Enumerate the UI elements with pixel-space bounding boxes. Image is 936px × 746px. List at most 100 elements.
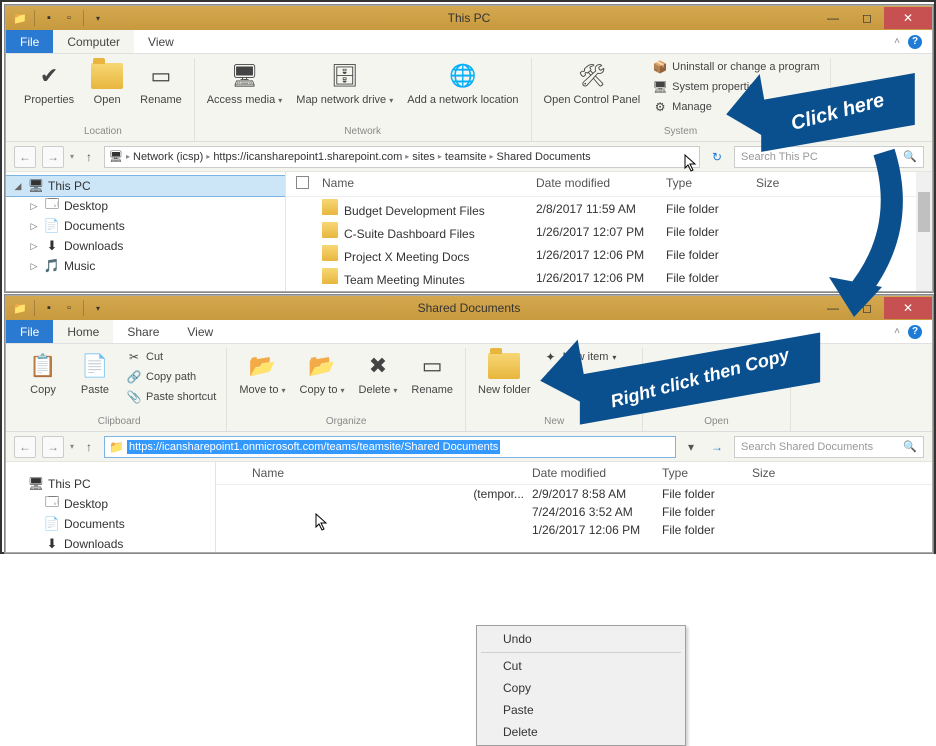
new-folder-button[interactable]: New folder <box>474 348 535 398</box>
list-item[interactable]: Project X Meeting Docs 1/26/2017 12:06 P… <box>286 243 932 266</box>
minimize-button[interactable]: — <box>816 7 850 29</box>
breadcrumb-part[interactable]: Shared Documents <box>497 151 591 163</box>
copy-button[interactable]: 📋 Copy <box>20 348 66 398</box>
file-list[interactable]: Name Date modified Type Size Budget Deve… <box>286 172 932 291</box>
tree-documents[interactable]: 📄 Documents <box>6 514 215 534</box>
collapse-ribbon-icon[interactable]: ˄ <box>894 36 900 47</box>
properties-qat-icon[interactable]: ▪ <box>41 10 57 26</box>
rename-button[interactable]: ▭ Rename <box>407 348 457 398</box>
col-size[interactable]: Size <box>752 466 822 480</box>
address-dropdown-icon[interactable]: ▾ <box>682 440 700 454</box>
copy-to-button[interactable]: 📂 Copy to ▾ <box>296 348 349 398</box>
ctx-paste[interactable]: Paste <box>479 699 683 721</box>
file-tab[interactable]: File <box>6 30 53 53</box>
file-list[interactable]: Name Date modified Type Size (tempor... … <box>216 462 932 552</box>
ctx-undo[interactable]: Undo <box>479 628 683 650</box>
breadcrumb-part[interactable]: sites <box>412 151 435 163</box>
go-button[interactable]: → <box>706 440 728 454</box>
forward-button[interactable]: → <box>42 146 64 168</box>
computer-tab[interactable]: Computer <box>53 30 134 53</box>
expand-icon[interactable]: ▷ <box>28 261 40 272</box>
new-folder-qat-icon[interactable]: ▫ <box>61 300 77 316</box>
properties-button[interactable]: ✔ Properties <box>20 58 78 108</box>
col-size[interactable]: Size <box>756 176 826 192</box>
forward-button[interactable]: → <box>42 436 64 458</box>
help-icon[interactable]: ? <box>908 35 922 49</box>
tree-downloads[interactable]: ⬇ Downloads <box>6 534 215 552</box>
tree-this-pc[interactable]: 🖥 This PC <box>6 474 215 494</box>
expand-icon[interactable]: ▷ <box>28 201 40 212</box>
col-date[interactable]: Date modified <box>532 466 662 480</box>
ctx-copy[interactable]: Copy <box>479 677 683 699</box>
move-to-button[interactable]: 📂 Move to ▾ <box>235 348 289 398</box>
ctx-delete[interactable]: Delete <box>479 721 683 743</box>
back-button[interactable]: ← <box>14 436 36 458</box>
uninstall-button[interactable]: 📦 Uninstall or change a program <box>650 58 821 76</box>
open-control-panel-button[interactable]: 🛠 Open Control Panel <box>540 58 645 108</box>
folder-icon[interactable]: 📁 <box>12 300 28 316</box>
collapse-ribbon-icon[interactable]: ˄ <box>894 326 900 337</box>
select-all-checkbox[interactable] <box>296 176 309 189</box>
minimize-button[interactable]: — <box>816 297 850 319</box>
tree-desktop[interactable]: 🗔 Desktop <box>6 494 215 514</box>
qat-dropdown-icon[interactable]: ▾ <box>90 300 106 316</box>
view-tab[interactable]: View <box>173 320 227 343</box>
nav-pane[interactable]: 🖥 This PC 🗔 Desktop 📄 Documents ⬇ Downlo… <box>6 462 216 552</box>
col-name[interactable]: Name <box>252 466 532 480</box>
list-item[interactable]: 1/26/2017 12:06 PM File folder <box>216 521 932 539</box>
tree-music[interactable]: ▷ 🎵 Music <box>6 256 285 276</box>
refresh-button[interactable]: ↻ <box>706 146 728 168</box>
expand-icon[interactable]: ◢ <box>12 181 24 192</box>
back-button[interactable]: ← <box>14 146 36 168</box>
map-drive-button[interactable]: 🗄 Map network drive ▾ <box>292 58 397 108</box>
recent-dropdown-icon[interactable]: ▾ <box>70 152 74 161</box>
tree-documents[interactable]: ▷ 📄 Documents <box>6 216 285 236</box>
qat-dropdown-icon[interactable]: ▾ <box>90 10 106 26</box>
tree-this-pc[interactable]: ◢ 🖥 This PC <box>6 176 285 196</box>
rename-button[interactable]: ▭ Rename <box>136 58 186 108</box>
list-item[interactable]: C-Suite Dashboard Files 1/26/2017 12:07 … <box>286 220 932 243</box>
file-tab[interactable]: File <box>6 320 53 343</box>
up-button[interactable]: ↑ <box>80 146 98 168</box>
access-media-button[interactable]: 🖥 Access media ▾ <box>203 58 287 108</box>
expand-icon[interactable]: ▷ <box>28 241 40 252</box>
delete-button[interactable]: ✖ Delete ▾ <box>355 348 402 398</box>
tree-downloads[interactable]: ▷ ⬇ Downloads <box>6 236 285 256</box>
close-button[interactable]: ✕ <box>884 297 932 319</box>
copy-path-button[interactable]: 🔗 Copy path <box>124 368 218 386</box>
list-item[interactable]: Budget Development Files 2/8/2017 11:59 … <box>286 197 932 220</box>
address-input[interactable]: 📁 https://icansharepoint1.onmicrosoft.co… <box>104 436 676 458</box>
col-name[interactable]: Name <box>322 176 536 192</box>
maximize-button[interactable]: ◻ <box>850 297 884 319</box>
column-headers[interactable]: Name Date modified Type Size <box>286 172 932 197</box>
new-folder-qat-icon[interactable]: ▫ <box>61 10 77 26</box>
col-type[interactable]: Type <box>666 176 756 192</box>
col-date[interactable]: Date modified <box>536 176 666 192</box>
breadcrumb-part[interactable]: Network (icsp) <box>133 151 203 163</box>
add-network-location-button[interactable]: 🌐 Add a network location <box>403 58 522 108</box>
breadcrumb[interactable]: 🖥 ▸ Network (icsp)▸ https://icansharepoi… <box>104 146 700 168</box>
share-tab[interactable]: Share <box>113 320 173 343</box>
folder-icon[interactable]: 📁 <box>12 10 28 26</box>
expand-icon[interactable]: ▷ <box>28 221 40 232</box>
up-button[interactable]: ↑ <box>80 436 98 458</box>
cut-button[interactable]: ✂ Cut <box>124 348 218 366</box>
vertical-scrollbar[interactable] <box>916 172 932 291</box>
open-button[interactable]: Open <box>84 58 130 108</box>
home-tab[interactable]: Home <box>53 320 113 343</box>
ctx-cut[interactable]: Cut <box>479 655 683 677</box>
breadcrumb-part[interactable]: teamsite <box>445 151 487 163</box>
titlebar[interactable]: 📁 ▪ ▫ ▾ Shared Documents — ◻ ✕ <box>6 296 932 320</box>
breadcrumb-part[interactable]: https://icansharepoint1.sharepoint.com <box>213 151 402 163</box>
search-input[interactable]: Search Shared Documents 🔍 <box>734 436 924 458</box>
maximize-button[interactable]: ◻ <box>850 7 884 29</box>
col-type[interactable]: Type <box>662 466 752 480</box>
column-headers[interactable]: Name Date modified Type Size <box>216 462 932 485</box>
list-item[interactable]: 7/24/2016 3:52 AM File folder <box>216 503 932 521</box>
help-icon[interactable]: ? <box>908 325 922 339</box>
list-item[interactable]: Team Meeting Minutes 1/26/2017 12:06 PM … <box>286 266 932 289</box>
paste-button[interactable]: 📄 Paste <box>72 348 118 398</box>
recent-dropdown-icon[interactable]: ▾ <box>70 442 74 451</box>
nav-pane[interactable]: ◢ 🖥 This PC ▷ 🗔 Desktop ▷ 📄 Documents ▷ … <box>6 172 286 291</box>
properties-qat-icon[interactable]: ▪ <box>41 300 57 316</box>
